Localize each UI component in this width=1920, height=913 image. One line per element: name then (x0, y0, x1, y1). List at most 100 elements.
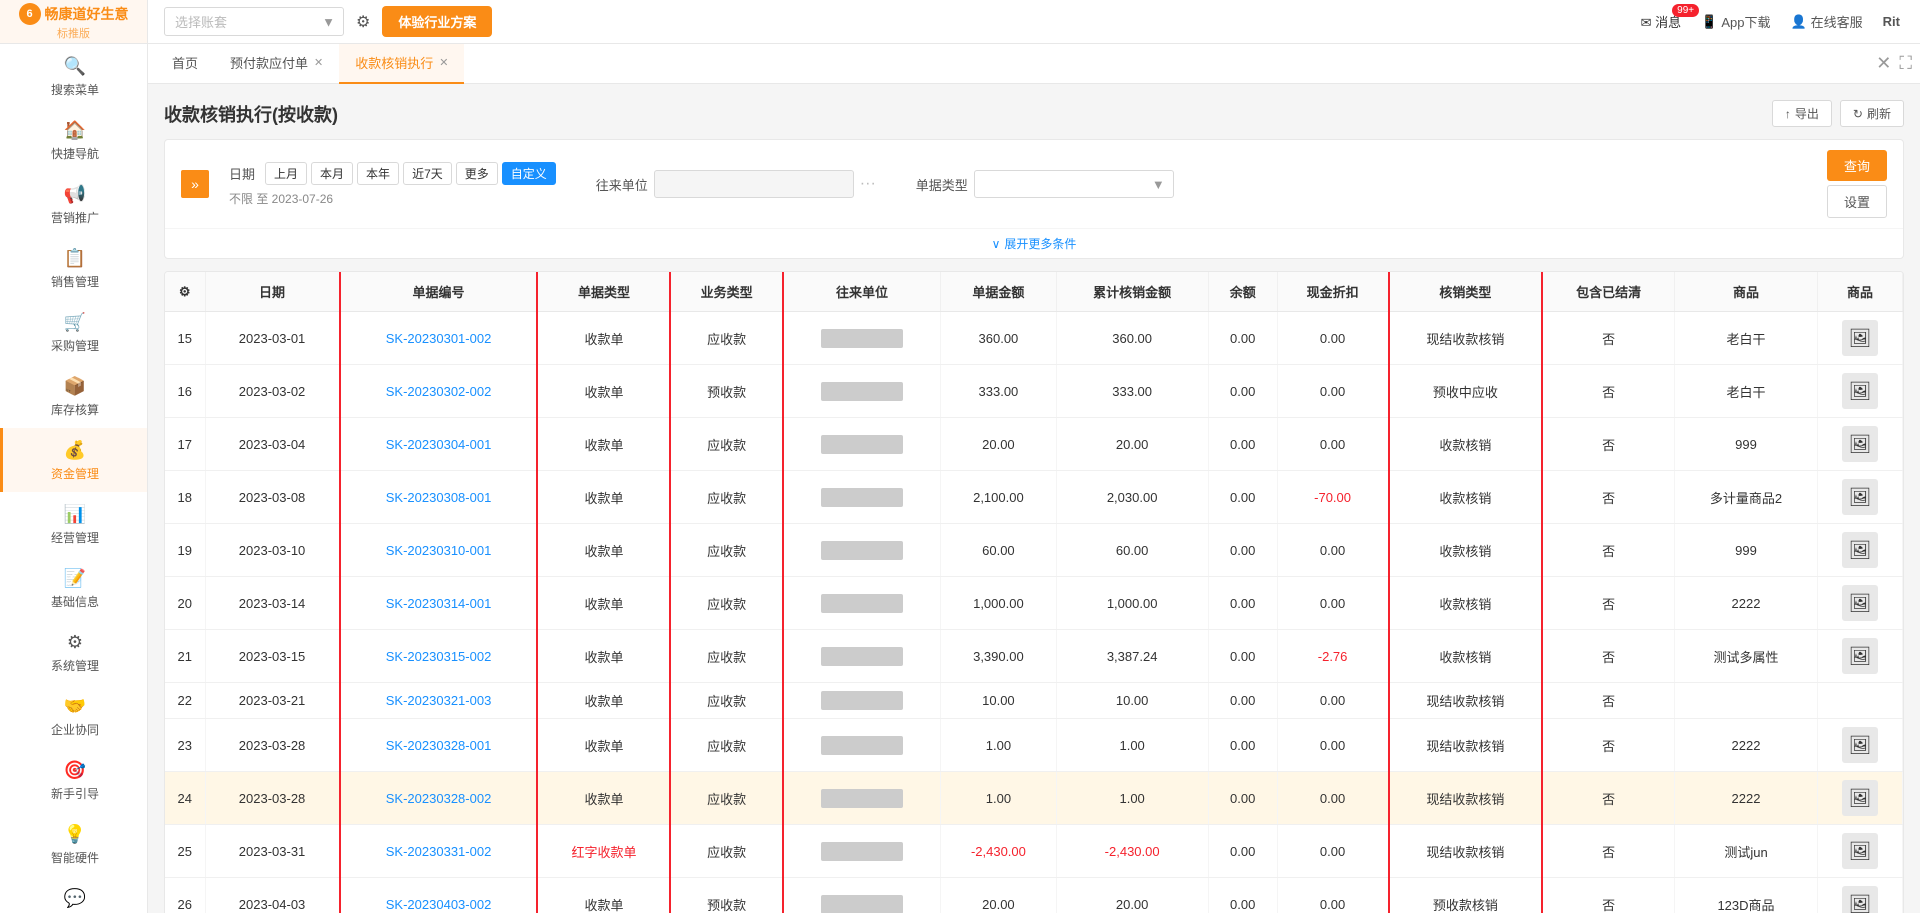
sidebar-label: 经营管理 (51, 529, 99, 546)
cell-order-no[interactable]: SK-20230315-002 (340, 630, 538, 683)
sidebar-item-marketing[interactable]: 📢 营销推广 (0, 172, 147, 236)
cell-goods-img: 🖼 (1817, 878, 1902, 913)
sidebar-item-inventory[interactable]: 📦 库存核算 (0, 364, 147, 428)
app-download-btn[interactable]: 📱App下载 (1701, 12, 1770, 31)
cell-seq: 25 (165, 825, 205, 878)
cell-seq: 17 (165, 418, 205, 471)
table-row[interactable]: 252023-03-31SK-20230331-002红字收款单应收款partn… (165, 825, 1903, 878)
cell-goods-img: 🖼 (1817, 471, 1902, 524)
table-row[interactable]: 152023-03-01SK-20230301-002收款单应收款partner… (165, 312, 1903, 365)
voucher-type-select[interactable]: ▼ (974, 170, 1174, 198)
cell-cash-discount: 0.00 (1277, 719, 1388, 772)
sidebar-item-guide[interactable]: 🎯 新手引导 (0, 748, 147, 812)
cell-order-no[interactable]: SK-20230328-001 (340, 719, 538, 772)
cell-order-no[interactable]: SK-20230302-002 (340, 365, 538, 418)
sidebar-item-search[interactable]: 🔍 搜索菜单 (0, 44, 147, 108)
cell-include-settled: 否 (1542, 630, 1674, 683)
cell-order-no[interactable]: SK-20230308-001 (340, 471, 538, 524)
sidebar-item-basic[interactable]: 📝 基础信息 (0, 556, 147, 620)
cell-order-no[interactable]: SK-20230301-002 (340, 312, 538, 365)
cell-goods-img: 🖼 (1817, 365, 1902, 418)
cell-cum-verify: 10.00 (1056, 683, 1208, 719)
col-cash-discount: 现金折扣 (1277, 272, 1388, 312)
table-row[interactable]: 192023-03-10SK-20230310-001收款单应收款partner… (165, 524, 1903, 577)
tab-collection[interactable]: 收款核销执行 ✕ (339, 44, 464, 84)
partner-input[interactable] (654, 170, 854, 198)
table-row[interactable]: 212023-03-15SK-20230315-002收款单应收款partner… (165, 630, 1903, 683)
sidebar-item-finance[interactable]: 💰 资金管理 (0, 428, 147, 492)
cell-goods-img: 🖼 (1817, 312, 1902, 365)
sidebar-item-purchase[interactable]: 🛒 采购管理 (0, 300, 147, 364)
table-row[interactable]: 222023-03-21SK-20230321-003收款单应收款partner… (165, 683, 1903, 719)
cell-goods-img: 🖼 (1817, 772, 1902, 825)
cell-verify-type: 预收款核销 (1389, 878, 1543, 913)
filter-collapse-btn[interactable]: » (181, 170, 209, 198)
cell-partner: partner (783, 772, 941, 825)
online-service-btn[interactable]: 👤在线客服 (1790, 12, 1862, 31)
cell-biz-type: 应收款 (670, 471, 782, 524)
table-row[interactable]: 172023-03-04SK-20230304-001收款单应收款partner… (165, 418, 1903, 471)
tab-home[interactable]: 首页 (156, 44, 214, 84)
table-row[interactable]: 162023-03-02SK-20230302-002收款单预收款partner… (165, 365, 1903, 418)
tab-prepayment[interactable]: 预付款应付单 ✕ (214, 44, 339, 84)
cell-order-no[interactable]: SK-20230310-001 (340, 524, 538, 577)
cell-cum-verify: 60.00 (1056, 524, 1208, 577)
message-btn[interactable]: ✉ 消息 99+ (1641, 12, 1682, 31)
last7days-btn[interactable]: 近7天 (403, 162, 452, 185)
cell-cum-verify: 1.00 (1056, 772, 1208, 825)
cell-verify-type: 现结收款核销 (1389, 719, 1543, 772)
sidebar-item-hardware[interactable]: 💡 智能硬件 (0, 812, 147, 876)
cell-include-settled: 否 (1542, 683, 1674, 719)
cell-order-no[interactable]: SK-20230304-001 (340, 418, 538, 471)
expand-filter-btn[interactable]: ∨ 展开更多条件 (992, 235, 1077, 252)
cell-balance: 0.00 (1208, 365, 1277, 418)
cell-order-no[interactable]: SK-20230331-002 (340, 825, 538, 878)
sidebar-item-wechat[interactable]: 💬 企业微信 (0, 876, 147, 913)
last-month-btn[interactable]: 上月 (265, 162, 307, 185)
tab-expand[interactable]: ⛶ (1899, 53, 1912, 74)
col-cum-verify: 累计核销金额 (1056, 272, 1208, 312)
system-icon: ⚙ (67, 632, 83, 653)
tab-close-all[interactable]: ✕ (1876, 53, 1891, 74)
export-btn[interactable]: ↑ 导出 (1772, 100, 1832, 127)
sidebar-item-quick-nav[interactable]: 🏠 快捷导航 (0, 108, 147, 172)
cell-cash-discount: 0.00 (1277, 577, 1388, 630)
sidebar-item-sales[interactable]: 📋 销售管理 (0, 236, 147, 300)
more-date-btn[interactable]: 更多 (456, 162, 498, 185)
sidebar-item-operation[interactable]: 📊 经营管理 (0, 492, 147, 556)
account-selector[interactable]: 选择账套 ▼ (164, 7, 344, 36)
sidebar-item-system[interactable]: ⚙ 系统管理 (0, 620, 147, 684)
cell-seq: 23 (165, 719, 205, 772)
filter-settings-btn[interactable]: 设置 (1827, 185, 1887, 218)
query-btn[interactable]: 查询 (1827, 150, 1887, 181)
table-row[interactable]: 232023-03-28SK-20230328-001收款单应收款partner… (165, 719, 1903, 772)
table-row[interactable]: 202023-03-14SK-20230314-001收款单应收款partner… (165, 577, 1903, 630)
cell-balance: 0.00 (1208, 524, 1277, 577)
cell-cum-verify: 20.00 (1056, 878, 1208, 913)
date-filter-group: 日期 上月 本月 本年 近7天 更多 自定义 不限 至 2023-07-26 (229, 162, 556, 207)
table-row[interactable]: 262023-04-03SK-20230403-002收款单预收款partner… (165, 878, 1903, 913)
this-month-btn[interactable]: 本月 (311, 162, 353, 185)
cell-order-no[interactable]: SK-20230403-002 (340, 878, 538, 913)
cell-partner: partner (783, 471, 941, 524)
this-year-btn[interactable]: 本年 (357, 162, 399, 185)
user-name[interactable]: Rit (1883, 14, 1900, 29)
col-goods: 商品 (1675, 272, 1818, 312)
tab-collection-close[interactable]: ✕ (439, 56, 448, 69)
table-row[interactable]: 182023-03-08SK-20230308-001收款单应收款partner… (165, 471, 1903, 524)
cell-order-no[interactable]: SK-20230321-003 (340, 683, 538, 719)
custom-date-btn[interactable]: 自定义 (502, 162, 556, 185)
cell-partner: partner (783, 825, 941, 878)
col-goods2: 商品 (1817, 272, 1902, 312)
cell-order-no[interactable]: SK-20230314-001 (340, 577, 538, 630)
sidebar-item-collab[interactable]: 🤝 企业协同 (0, 684, 147, 748)
sidebar-label: 资金管理 (51, 465, 99, 482)
col-settings[interactable]: ⚙ (165, 272, 205, 312)
tab-prepayment-close[interactable]: ✕ (314, 56, 323, 69)
cell-order-no[interactable]: SK-20230328-002 (340, 772, 538, 825)
industry-btn[interactable]: 体验行业方案 (382, 6, 492, 37)
refresh-btn[interactable]: ↻ 刷新 (1840, 100, 1904, 127)
table-row[interactable]: 242023-03-28SK-20230328-002收款单应收款partner… (165, 772, 1903, 825)
cell-biz-type: 应收款 (670, 772, 782, 825)
top-settings-btn[interactable]: ⚙ (356, 12, 370, 32)
